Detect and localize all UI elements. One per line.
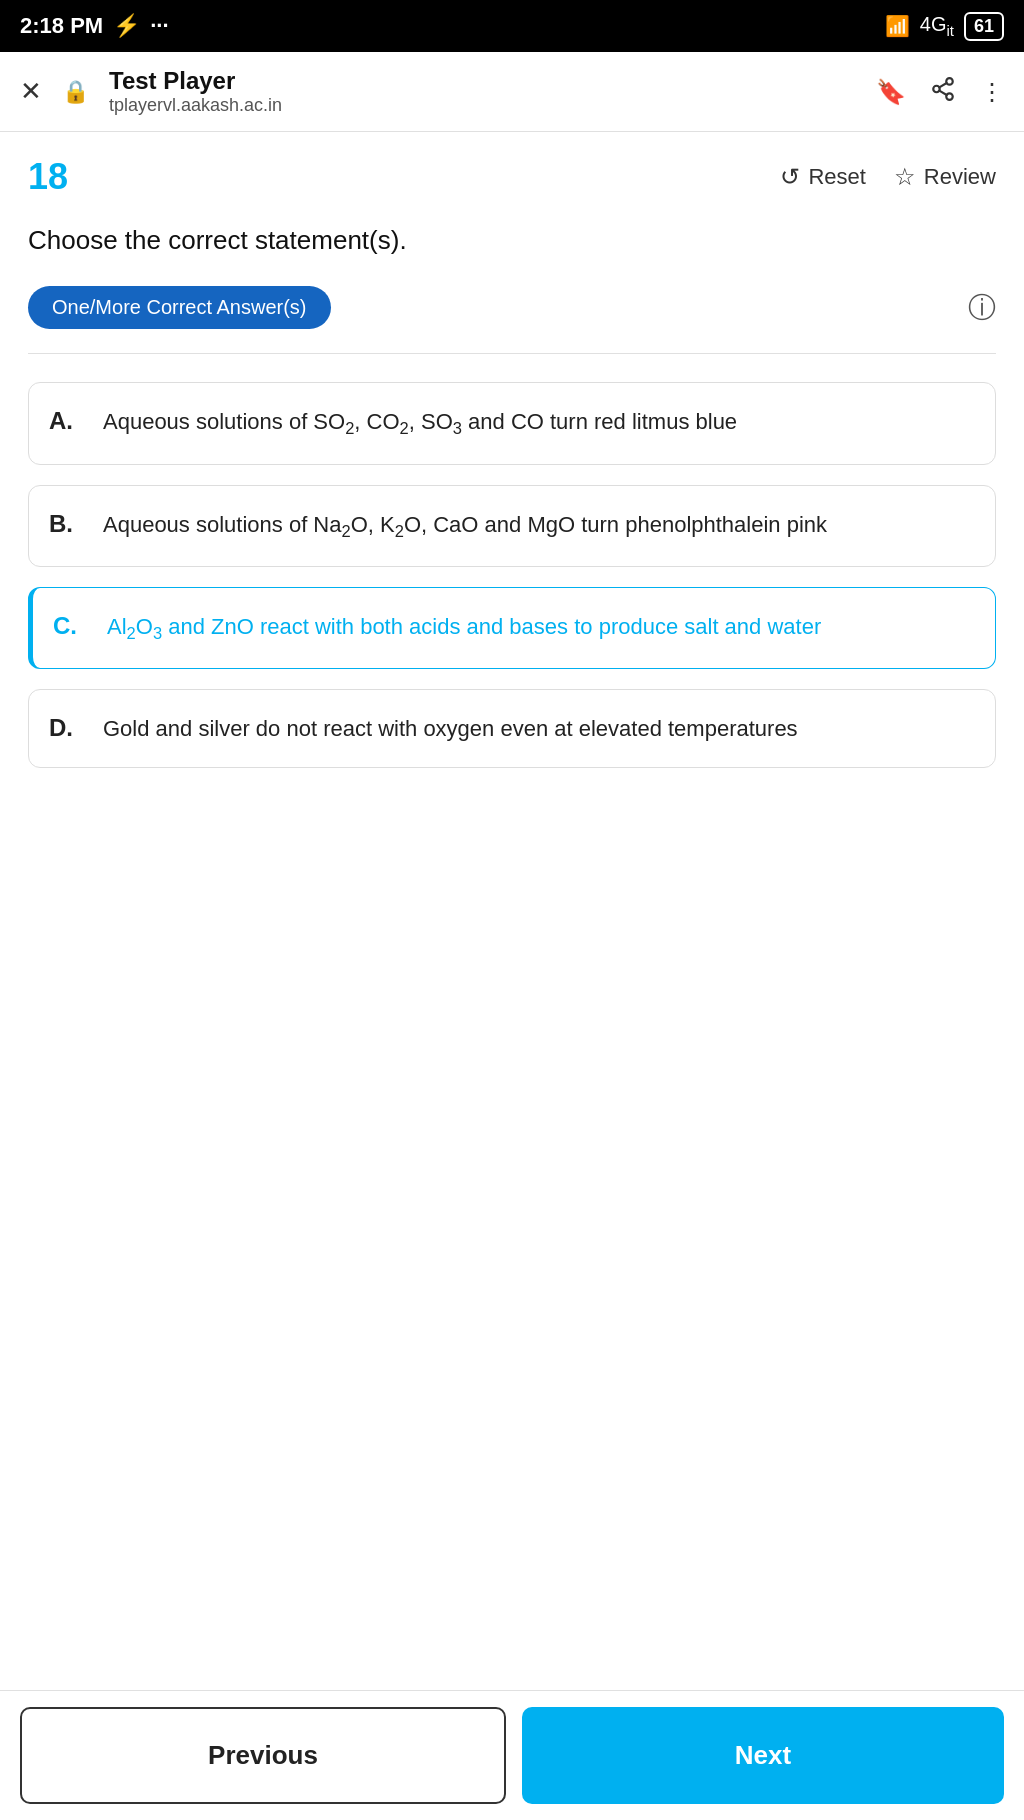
option-b[interactable]: B. Aqueous solutions of Na2O, K2O, CaO a… xyxy=(28,485,996,567)
option-c[interactable]: C. Al2O3 and ZnO react with both acids a… xyxy=(28,587,996,669)
more-options-icon[interactable]: ⋮ xyxy=(980,78,1004,106)
previous-button[interactable]: Previous xyxy=(20,1707,506,1804)
answer-type-badge: One/More Correct Answer(s) xyxy=(28,286,331,329)
option-d-label: D. xyxy=(49,712,85,742)
status-dots: ··· xyxy=(150,13,168,39)
option-c-text: Al2O3 and ZnO react with both acids and … xyxy=(107,610,821,646)
status-bar: 2:18 PM ⚡ ··· 📶 4Git 61 xyxy=(0,0,1024,52)
reset-icon: ↺ xyxy=(780,163,800,191)
status-left: 2:18 PM ⚡ ··· xyxy=(20,13,169,39)
question-header: 18 ↺ Reset ☆ Review xyxy=(28,156,996,198)
main-content: 18 ↺ Reset ☆ Review Choose the correct s… xyxy=(0,132,1024,942)
browser-title: Test Player xyxy=(109,67,856,95)
status-time: 2:18 PM xyxy=(20,13,103,39)
browser-actions: 🔖 ⋮ xyxy=(876,76,1004,108)
next-button[interactable]: Next xyxy=(522,1707,1004,1804)
options-list: A. Aqueous solutions of SO2, CO2, SO3 an… xyxy=(28,382,996,767)
info-icon[interactable]: ⓘ xyxy=(968,289,996,327)
review-label: Review xyxy=(924,164,996,190)
browser-bar: ✕ 🔒 Test Player tplayervl.aakash.ac.in 🔖… xyxy=(0,52,1024,132)
option-a-text: Aqueous solutions of SO2, CO2, SO3 and C… xyxy=(103,405,737,441)
status-right: 📶 4Git 61 xyxy=(885,12,1004,41)
battery-bolt-icon: ⚡ xyxy=(113,13,140,39)
browser-url: tplayervl.aakash.ac.in xyxy=(109,95,856,116)
question-number: 18 xyxy=(28,156,68,198)
option-a[interactable]: A. Aqueous solutions of SO2, CO2, SO3 an… xyxy=(28,382,996,464)
question-actions: ↺ Reset ☆ Review xyxy=(780,163,996,191)
footer-spacer xyxy=(28,768,996,918)
browser-title-block: Test Player tplayervl.aakash.ac.in xyxy=(109,67,856,116)
option-d[interactable]: D. Gold and silver do not react with oxy… xyxy=(28,689,996,768)
close-tab-button[interactable]: ✕ xyxy=(20,76,42,107)
answer-type-row: One/More Correct Answer(s) ⓘ xyxy=(28,286,996,329)
question-text: Choose the correct statement(s). xyxy=(28,222,996,258)
svg-line-4 xyxy=(939,83,946,87)
reset-button[interactable]: ↺ Reset xyxy=(780,163,865,191)
option-c-label: C. xyxy=(53,610,89,640)
reset-label: Reset xyxy=(808,164,865,190)
star-icon: ☆ xyxy=(894,163,916,191)
option-a-label: A. xyxy=(49,405,85,435)
signal-icon: 📶 xyxy=(885,14,910,38)
battery-level: 61 xyxy=(964,12,1004,41)
lock-icon: 🔒 xyxy=(62,79,89,105)
svg-line-3 xyxy=(939,90,946,94)
bookmark-icon[interactable]: 🔖 xyxy=(876,78,906,106)
share-icon[interactable] xyxy=(930,76,956,108)
bottom-navigation: Previous Next xyxy=(0,1690,1024,1820)
option-b-text: Aqueous solutions of Na2O, K2O, CaO and … xyxy=(103,508,827,544)
review-button[interactable]: ☆ Review xyxy=(894,163,996,191)
section-divider xyxy=(28,353,996,354)
option-d-text: Gold and silver do not react with oxygen… xyxy=(103,712,798,745)
option-b-label: B. xyxy=(49,508,85,538)
network-label: 4Git xyxy=(920,13,954,39)
